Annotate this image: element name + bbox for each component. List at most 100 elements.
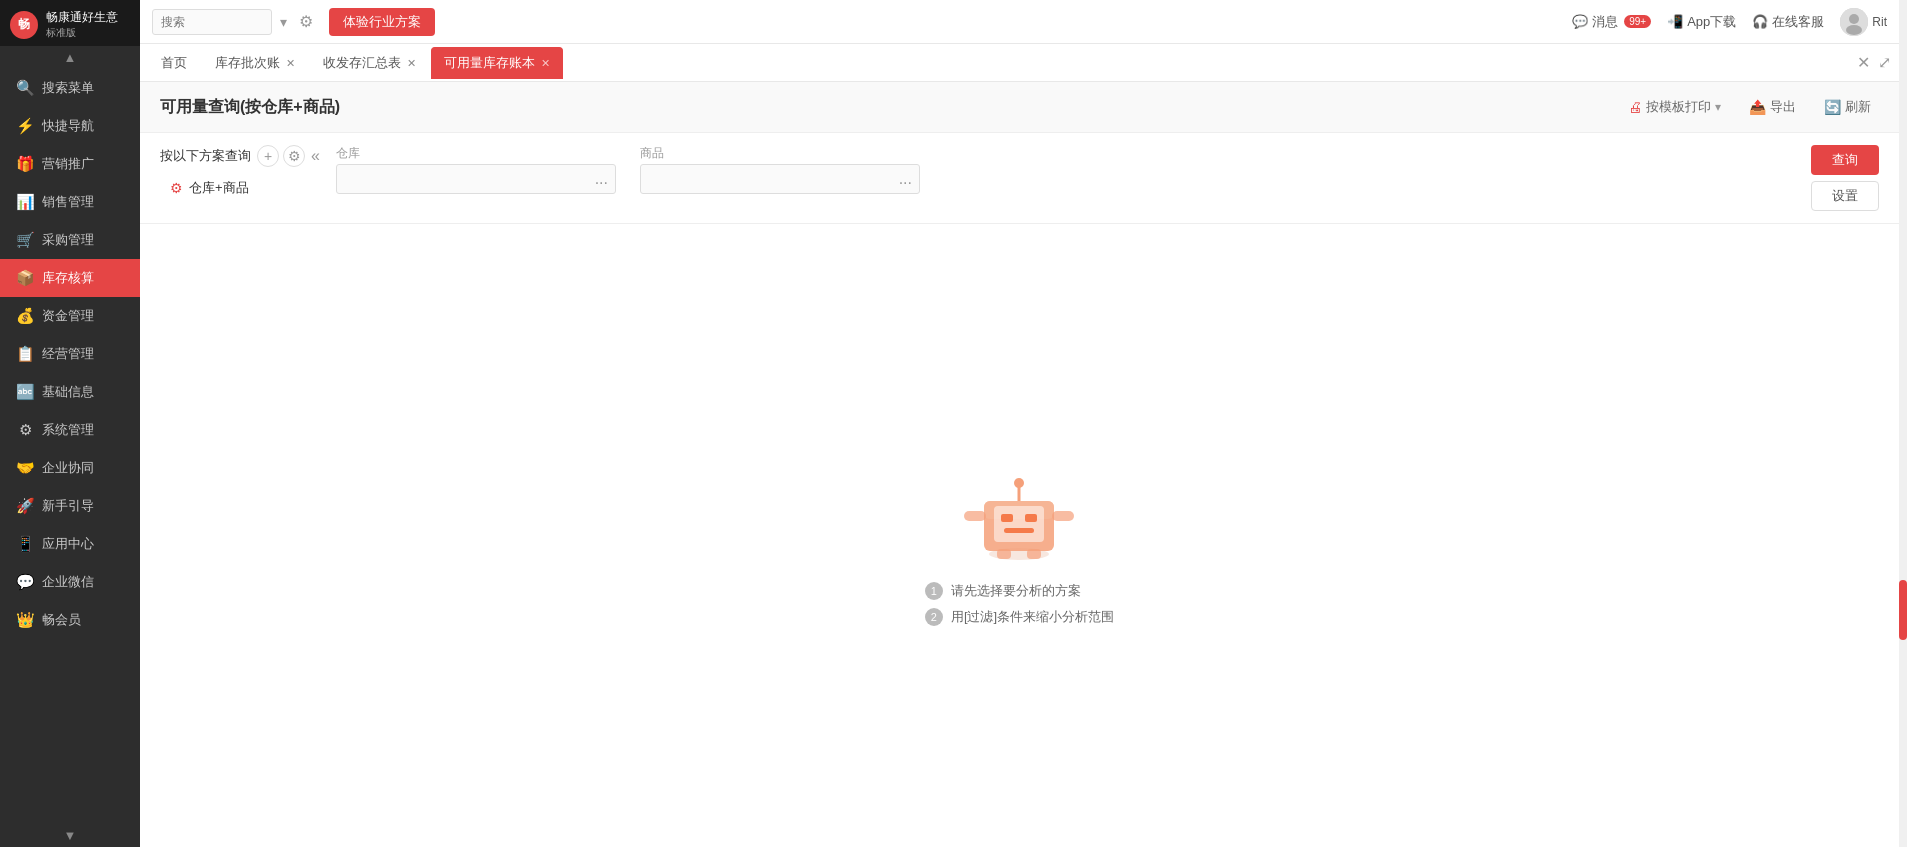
scrollbar-thumb[interactable]	[1899, 580, 1907, 640]
content-area: 1 请先选择要分析的方案 2 用[过滤]条件来缩小分析范围	[140, 224, 1899, 847]
customer-service-button[interactable]: 🎧 在线客服	[1752, 13, 1824, 31]
topbar-search-input[interactable]	[152, 9, 272, 35]
tip-text-1: 请先选择要分析的方案	[951, 582, 1081, 600]
sidebar-item-label: 采购管理	[42, 231, 94, 249]
expand-tab-button[interactable]: ⤢	[1878, 53, 1891, 72]
tab-batch-close[interactable]: ✕	[286, 57, 295, 70]
scheme-settings-button[interactable]: ⚙	[283, 145, 305, 167]
tab-home[interactable]: 首页	[148, 47, 200, 79]
sidebar-item-member[interactable]: 👑 畅会员	[0, 601, 140, 639]
sidebar-item-inventory[interactable]: 📦 库存核算	[0, 259, 140, 297]
product-label: 商品	[640, 145, 920, 162]
svg-rect-7	[1001, 514, 1013, 522]
refresh-icon: 🔄	[1824, 99, 1841, 115]
page-header: 可用量查询(按仓库+商品) 🖨 按模板打印 ▾ 📤 导出 🔄 刷新	[140, 82, 1899, 133]
text-icon: 🔤	[16, 383, 34, 401]
sidebar-item-newuser[interactable]: 🚀 新手引导	[0, 487, 140, 525]
filter-scheme-header: 按以下方案查询 + ⚙ «	[160, 145, 320, 167]
empty-tips: 1 请先选择要分析的方案 2 用[过滤]条件来缩小分析范围	[925, 582, 1114, 626]
sidebar-item-label: 畅会员	[42, 611, 81, 629]
print-button[interactable]: 🖨 按模板打印 ▾	[1620, 94, 1729, 120]
refresh-button[interactable]: 🔄 刷新	[1816, 94, 1879, 120]
sidebar-item-label: 快捷导航	[42, 117, 94, 135]
handshake-icon: 🤝	[16, 459, 34, 477]
scheme-list: ⚙ 仓库+商品	[160, 175, 320, 201]
empty-illustration	[959, 446, 1079, 566]
add-scheme-button[interactable]: +	[257, 145, 279, 167]
user-profile[interactable]: Rit	[1840, 8, 1887, 36]
sidebar-subtitle: 标准版	[46, 26, 118, 40]
app-download-button[interactable]: 📲 App下载	[1667, 13, 1736, 31]
sidebar-item-wechat[interactable]: 💬 企业微信	[0, 563, 140, 601]
chevron-down-icon: ▾	[1715, 100, 1721, 114]
tab-batch[interactable]: 库存批次账 ✕	[202, 47, 308, 79]
sidebar-item-label: 系统管理	[42, 421, 94, 439]
sidebar-item-system[interactable]: ⚙ 系统管理	[0, 411, 140, 449]
sidebar-item-label: 搜索菜单	[42, 79, 94, 97]
warehouse-more-icon[interactable]: ...	[595, 170, 608, 188]
message-badge: 99+	[1624, 15, 1651, 28]
sidebar-item-sales[interactable]: 📊 销售管理	[0, 183, 140, 221]
sidebar-item-label: 企业微信	[42, 573, 94, 591]
filter-field-product: 商品 ...	[640, 145, 920, 194]
query-button[interactable]: 查询	[1811, 145, 1879, 175]
sidebar-item-finance[interactable]: 💰 资金管理	[0, 297, 140, 335]
sidebar-item-shortcut[interactable]: ⚡ 快捷导航	[0, 107, 140, 145]
sidebar-item-label: 资金管理	[42, 307, 94, 325]
page-header-right: 🖨 按模板打印 ▾ 📤 导出 🔄 刷新	[1620, 94, 1879, 120]
warehouse-input-wrapper: ...	[336, 164, 616, 194]
export-icon: 📤	[1749, 99, 1766, 115]
svg-rect-12	[964, 511, 986, 521]
sidebar-item-marketing[interactable]: 🎁 营销推广	[0, 145, 140, 183]
tab-summary[interactable]: 收发存汇总表 ✕	[310, 47, 429, 79]
sidebar-item-label: 经营管理	[42, 345, 94, 363]
sidebar-item-basic[interactable]: 🔤 基础信息	[0, 373, 140, 411]
sidebar-item-appstore[interactable]: 📱 应用中心	[0, 525, 140, 563]
tab-available-close[interactable]: ✕	[541, 57, 550, 70]
chart-icon: 📊	[16, 193, 34, 211]
right-scrollbar[interactable]	[1899, 0, 1907, 847]
topbar-right: 💬 消息 99+ 📲 App下载 🎧 在线客服	[1572, 8, 1887, 36]
sidebar-scroll-down[interactable]: ▼	[0, 824, 140, 847]
sidebar-item-purchase[interactable]: 🛒 采购管理	[0, 221, 140, 259]
sidebar-item-cooperation[interactable]: 🤝 企业协同	[0, 449, 140, 487]
scheme-item-warehouse-product[interactable]: ⚙ 仓库+商品	[160, 175, 320, 201]
close-all-tabs-button[interactable]: ✕	[1857, 53, 1870, 72]
tip-number-1: 1	[925, 582, 943, 600]
headset-icon: 🎧	[1752, 14, 1768, 29]
query-button-area: 查询 设置	[1811, 145, 1879, 211]
page-title: 可用量查询(按仓库+商品)	[160, 97, 340, 118]
sidebar-scroll-up[interactable]: ▲	[0, 46, 140, 69]
svg-point-2	[1846, 25, 1862, 35]
collapse-button[interactable]: «	[311, 147, 320, 165]
settings-icon[interactable]: ⚙	[299, 12, 313, 31]
tabs-bar: 首页 库存批次账 ✕ 收发存汇总表 ✕ 可用量库存账本 ✕ ✕ ⤢	[140, 44, 1899, 82]
filter-settings-button[interactable]: 设置	[1811, 181, 1879, 211]
product-input[interactable]	[640, 164, 920, 194]
phone-download-icon: 📲	[1667, 14, 1683, 29]
product-input-wrapper: ...	[640, 164, 920, 194]
export-button[interactable]: 📤 导出	[1741, 94, 1804, 120]
sidebar-item-label: 基础信息	[42, 383, 94, 401]
username-label: Rit	[1872, 15, 1887, 29]
trial-button[interactable]: 体验行业方案	[329, 8, 435, 36]
svg-rect-15	[1027, 549, 1041, 559]
sidebar-item-label: 应用中心	[42, 535, 94, 553]
print-icon: 🖨	[1628, 99, 1642, 115]
sidebar-item-label: 企业协同	[42, 459, 94, 477]
sidebar-item-search[interactable]: 🔍 搜索菜单	[0, 69, 140, 107]
svg-rect-13	[1052, 511, 1074, 521]
tab-available[interactable]: 可用量库存账本 ✕	[431, 47, 563, 79]
product-more-icon[interactable]: ...	[899, 170, 912, 188]
sidebar-item-operation[interactable]: 📋 经营管理	[0, 335, 140, 373]
tabs-right-controls: ✕ ⤢	[1857, 53, 1891, 72]
message-button[interactable]: 💬 消息 99+	[1572, 13, 1651, 31]
chevron-down-icon[interactable]: ▾	[280, 14, 287, 30]
svg-point-11	[1014, 478, 1024, 488]
warehouse-input[interactable]	[336, 164, 616, 194]
scheme-buttons: + ⚙	[257, 145, 305, 167]
tab-summary-close[interactable]: ✕	[407, 57, 416, 70]
money-icon: 💰	[16, 307, 34, 325]
crown-icon: 👑	[16, 611, 34, 629]
sidebar-title: 畅康通好生意	[46, 10, 118, 26]
